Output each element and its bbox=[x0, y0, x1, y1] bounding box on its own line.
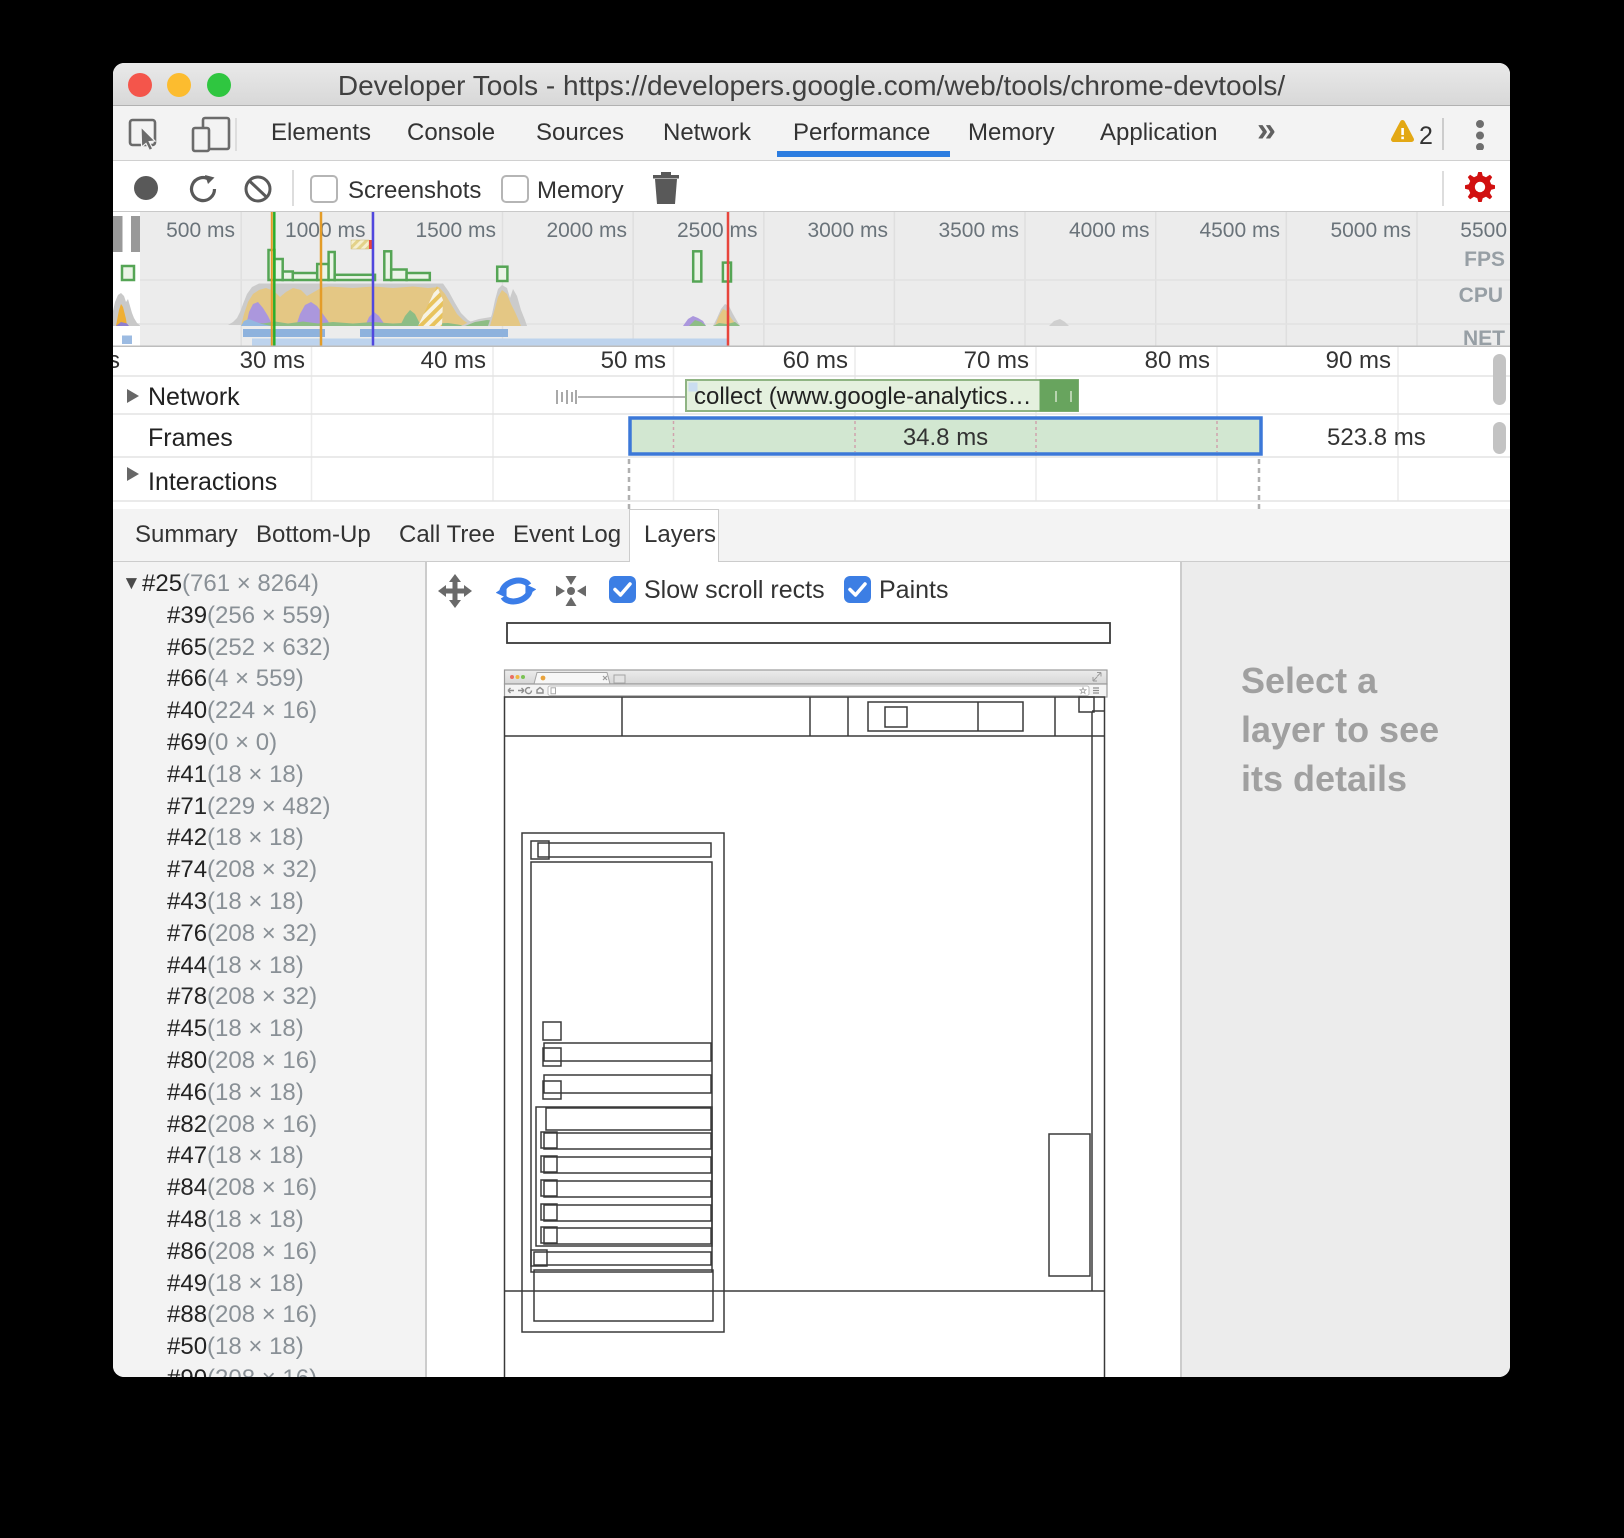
svg-text:4000 ms: 4000 ms bbox=[1069, 219, 1150, 242]
svg-text:CPU: CPU bbox=[1459, 284, 1503, 307]
svg-text:4500 ms: 4500 ms bbox=[1199, 219, 1280, 242]
svg-text:5000 ms: 5000 ms bbox=[1330, 219, 1411, 242]
svg-text:40 ms: 40 ms bbox=[421, 347, 486, 374]
svg-text:50 ms: 50 ms bbox=[601, 347, 666, 374]
svg-text:80 ms: 80 ms bbox=[1145, 347, 1210, 374]
svg-text:2: 2 bbox=[1419, 122, 1433, 150]
svg-text:90 ms: 90 ms bbox=[1326, 347, 1391, 374]
svg-text:2000 ms: 2000 ms bbox=[546, 219, 627, 242]
svg-text:1500 ms: 1500 ms bbox=[415, 219, 496, 242]
svg-text:500 ms: 500 ms bbox=[166, 219, 235, 242]
svg-text:30 ms: 30 ms bbox=[240, 347, 305, 374]
svg-text:70 ms: 70 ms bbox=[964, 347, 1029, 374]
svg-text:1000 ms: 1000 ms bbox=[285, 219, 366, 242]
svg-text:3500 ms: 3500 ms bbox=[938, 219, 1019, 242]
svg-text:5500: 5500 bbox=[1460, 219, 1507, 242]
svg-text:2500 ms: 2500 ms bbox=[677, 219, 758, 242]
svg-text:s: s bbox=[113, 347, 120, 374]
svg-text:60 ms: 60 ms bbox=[783, 347, 848, 374]
svg-text:3000 ms: 3000 ms bbox=[807, 219, 888, 242]
svg-text:FPS: FPS bbox=[1464, 248, 1505, 271]
